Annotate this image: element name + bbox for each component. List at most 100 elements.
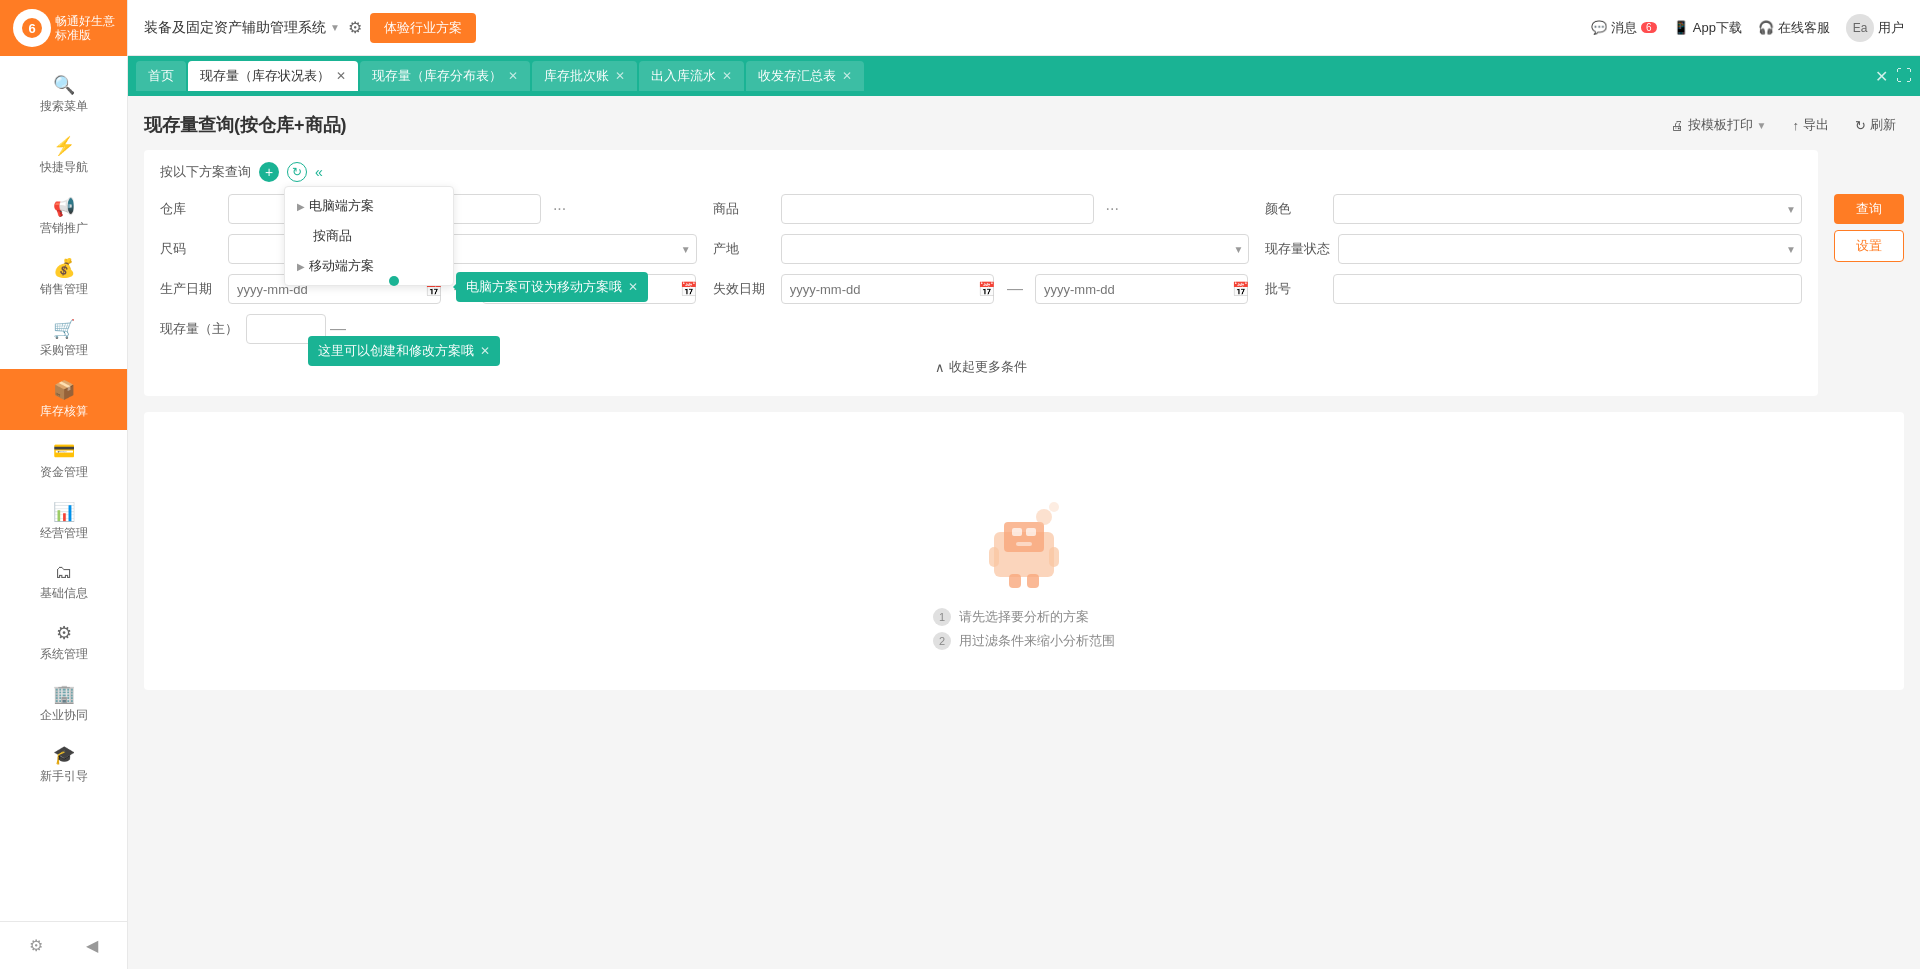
- arrow-left-button[interactable]: «: [315, 164, 323, 180]
- tabbar-actions: ✕ ⛶: [1875, 67, 1912, 86]
- printer-icon: 🖨: [1671, 118, 1684, 133]
- tab-inventory-distribution[interactable]: 现存量（库存分布表） ✕: [360, 61, 530, 91]
- topbar: 装备及固定资产辅助管理系统 ▼ ⚙ 体验行业方案 💬 消息 6 📱 App下载 …: [128, 0, 1920, 56]
- sidebar-item-enterprise[interactable]: 🏢 企业协同: [0, 673, 127, 734]
- exp-date-end-input[interactable]: [1035, 274, 1248, 304]
- online-support-button[interactable]: 🎧 在线客服: [1758, 19, 1830, 37]
- tab-close-summary[interactable]: ✕: [842, 69, 852, 83]
- page-actions: 🖨 按模板打印 ▼ ↑ 导出 ↻ 刷新: [1663, 112, 1904, 138]
- sidebar-item-quick-nav[interactable]: ⚡ 快捷导航: [0, 125, 127, 186]
- settings-button[interactable]: ⚙: [29, 936, 43, 955]
- tab-batch-ledger[interactable]: 库存批次账 ✕: [532, 61, 637, 91]
- industry-plan-button[interactable]: 体验行业方案: [370, 13, 476, 43]
- tab-close-inventory-distribution[interactable]: ✕: [508, 69, 518, 83]
- exp-date-range-dash: —: [1003, 280, 1027, 298]
- base-info-icon: 🗂: [55, 562, 73, 583]
- tip-num-1: 1: [933, 608, 951, 626]
- color-label: 颜色: [1265, 200, 1325, 218]
- tooltip-create-close[interactable]: ✕: [480, 344, 490, 358]
- tooltip-desktop-close[interactable]: ✕: [628, 280, 638, 294]
- empty-state: 1 请先选择要分析的方案 2 用过滤条件来缩小分析范围: [144, 412, 1904, 690]
- add-scheme-button[interactable]: +: [259, 162, 279, 182]
- exp-date-start-input[interactable]: [781, 274, 994, 304]
- exp-date-end-calendar-icon[interactable]: 📅: [1232, 281, 1249, 297]
- svg-rect-8: [1049, 547, 1059, 567]
- origin-label: 产地: [713, 240, 773, 258]
- empty-tip-1: 1 请先选择要分析的方案: [933, 608, 1115, 626]
- svg-rect-10: [1027, 574, 1039, 588]
- system-selector[interactable]: 装备及固定资产辅助管理系统 ▼: [144, 19, 340, 37]
- stock-status-select[interactable]: [1338, 234, 1802, 264]
- expand-tabs-button[interactable]: ⛶: [1896, 67, 1912, 85]
- purchase-icon: 🛒: [53, 318, 75, 340]
- page-title: 现存量查询(按仓库+商品): [144, 113, 347, 137]
- sidebar-item-inventory[interactable]: 📦 库存核算: [0, 369, 127, 430]
- message-icon: 💬: [1591, 20, 1607, 35]
- sidebar-item-sales[interactable]: 💰 销售管理: [0, 247, 127, 308]
- filter-color-item: 颜色 ▼: [1265, 194, 1802, 224]
- app-download-button[interactable]: 📱 App下载: [1673, 19, 1742, 37]
- exp-date-label: 失效日期: [713, 280, 773, 298]
- svg-rect-6: [1016, 542, 1032, 546]
- avatar: Ea: [1846, 14, 1874, 42]
- user-avatar-button[interactable]: Ea 用户: [1846, 14, 1904, 42]
- search-button[interactable]: 查询: [1834, 194, 1904, 224]
- messages-button[interactable]: 💬 消息 6: [1591, 19, 1657, 37]
- export-icon: ↑: [1793, 118, 1800, 133]
- sidebar-item-base-info[interactable]: 🗂 基础信息: [0, 552, 127, 612]
- finance-icon: 💳: [53, 440, 75, 462]
- tab-inventory-status[interactable]: 现存量（库存状况表） ✕: [188, 61, 358, 91]
- svg-rect-3: [1004, 522, 1044, 552]
- tooltip-create: 这里可以创建和修改方案哦 ✕: [308, 336, 500, 366]
- tab-home[interactable]: 首页: [136, 61, 186, 91]
- print-button[interactable]: 🖨 按模板打印 ▼: [1663, 112, 1775, 138]
- batch-input[interactable]: [1333, 274, 1802, 304]
- prod-date-end-calendar-icon[interactable]: 📅: [680, 281, 697, 297]
- qty-label: 现存量（主）: [160, 320, 238, 338]
- sidebar-item-guide[interactable]: 🎓 新手引导: [0, 734, 127, 795]
- collapse-sidebar-button[interactable]: ◀: [86, 936, 98, 955]
- color-select-wrapper: ▼: [1333, 194, 1802, 224]
- app-logo-text: 畅通好生意 标准版: [55, 14, 115, 43]
- stock-status-label: 现存量状态: [1265, 240, 1330, 258]
- exp-date-calendar-icon[interactable]: 📅: [978, 281, 995, 297]
- warehouse-dots-button[interactable]: ···: [549, 200, 570, 218]
- filter-batch-item: 批号: [1265, 274, 1802, 304]
- refresh-scheme-button[interactable]: ↻: [287, 162, 307, 182]
- refresh-icon: ↻: [1855, 118, 1866, 133]
- collapse-up-icon: ∧: [935, 360, 945, 375]
- sales-icon: 💰: [53, 257, 75, 279]
- sidebar-item-marketing[interactable]: 📢 营销推广: [0, 186, 127, 247]
- tab-close-inventory-status[interactable]: ✕: [336, 69, 346, 83]
- export-button[interactable]: ↑ 导出: [1785, 112, 1838, 138]
- filter-right-buttons: 查询 设置: [1834, 150, 1904, 404]
- tree-item-desktop-goods[interactable]: 按商品: [285, 221, 453, 251]
- goods-dots-button[interactable]: ···: [1102, 200, 1123, 218]
- tab-close-in-out-flow[interactable]: ✕: [722, 69, 732, 83]
- tip-num-2: 2: [933, 632, 951, 650]
- refresh-button[interactable]: ↻ 刷新: [1847, 112, 1904, 138]
- chevron-print-icon: ▼: [1757, 120, 1767, 131]
- sidebar-item-search-menu[interactable]: 🔍 搜索菜单: [0, 64, 127, 125]
- origin-select[interactable]: [781, 234, 1250, 264]
- tree-item-desktop[interactable]: ▶ 电脑端方案: [285, 191, 453, 221]
- sidebar-nav: 🔍 搜索菜单 ⚡ 快捷导航 📢 营销推广 💰 销售管理 🛒 采购管理 📦 库存核…: [0, 56, 127, 921]
- operations-icon: 📊: [53, 501, 75, 523]
- svg-rect-5: [1026, 528, 1036, 536]
- color-select[interactable]: [1333, 194, 1802, 224]
- tab-close-batch-ledger[interactable]: ✕: [615, 69, 625, 83]
- close-all-tabs-button[interactable]: ✕: [1875, 67, 1888, 86]
- tree-item-mobile[interactable]: ▶ 移动端方案: [285, 251, 453, 281]
- sidebar-item-operations[interactable]: 📊 经营管理: [0, 491, 127, 552]
- sidebar-item-purchase[interactable]: 🛒 采购管理: [0, 308, 127, 369]
- sidebar-item-finance[interactable]: 💳 资金管理: [0, 430, 127, 491]
- collapse-button[interactable]: ∧ 收起更多条件: [923, 354, 1039, 380]
- reset-button[interactable]: 设置: [1834, 230, 1904, 262]
- sidebar-item-system[interactable]: ⚙ 系统管理: [0, 612, 127, 673]
- tab-in-out-flow[interactable]: 出入库流水 ✕: [639, 61, 744, 91]
- settings-gear-icon[interactable]: ⚙: [348, 18, 362, 37]
- filter-stock-status-item: 现存量状态 ▼: [1265, 234, 1802, 264]
- stock-status-select-wrapper: ▼: [1338, 234, 1802, 264]
- tab-summary[interactable]: 收发存汇总表 ✕: [746, 61, 864, 91]
- goods-input[interactable]: [781, 194, 1094, 224]
